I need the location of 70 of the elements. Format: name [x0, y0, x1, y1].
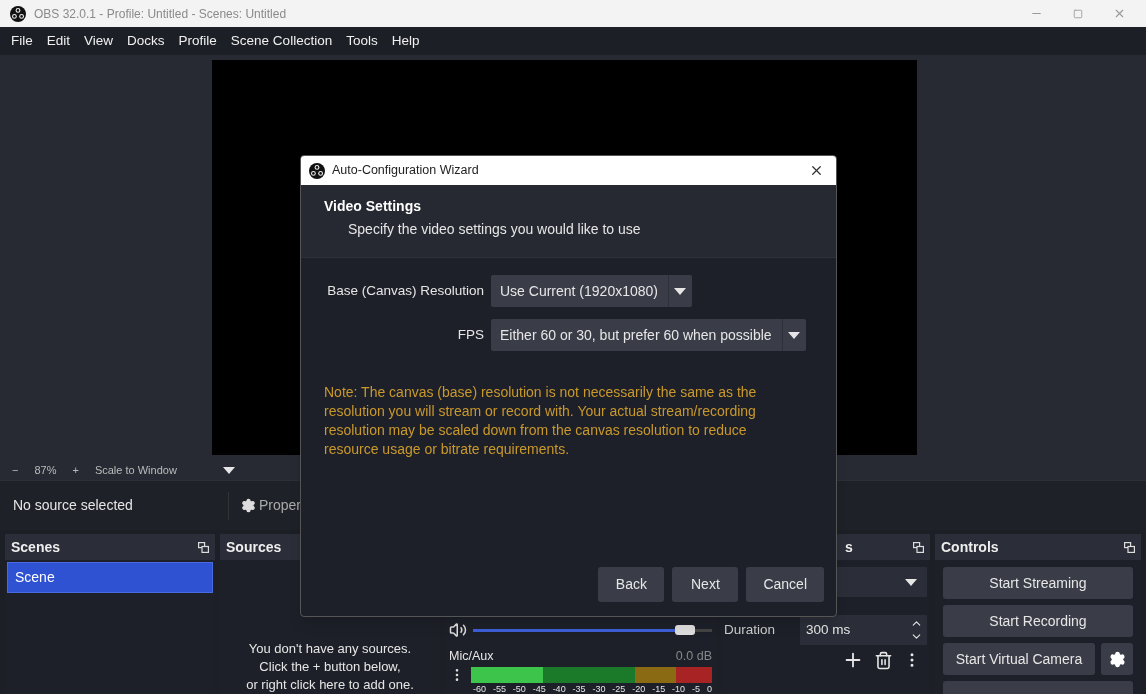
logo-icon: [10, 5, 26, 22]
scale-dropdown[interactable]: Scale to Window: [94, 461, 235, 479]
caret-icon: [674, 287, 687, 295]
empty-sources-message: You don't have any sources. Click the + button below, or right click here to add one.: [246, 640, 414, 694]
scene-item[interactable]: Scene: [7, 562, 213, 593]
dock-title: s: [845, 537, 853, 557]
zoom-out-button[interactable]: −: [12, 461, 19, 479]
field-label: FPS: [456, 326, 484, 344]
level-reading: 0.0 dB: [675, 647, 712, 665]
meter-tick-label: -40: [552, 684, 566, 694]
gear-icon: [241, 498, 256, 513]
meter-tick-label: -45: [532, 684, 546, 694]
meter-tick-label: -35: [572, 684, 586, 694]
menu-item[interactable]: Tools: [339, 30, 385, 52]
caret-icon: [222, 466, 235, 474]
float-icon[interactable]: [198, 541, 209, 553]
select-dropdown[interactable]: Use Current (1920x1080): [491, 275, 692, 307]
caret-icon: [905, 578, 917, 586]
dialog-button[interactable]: Back: [598, 567, 665, 602]
zoom-level: 87%: [34, 462, 57, 478]
zoom-in-button[interactable]: +: [72, 461, 79, 479]
volume-slider[interactable]: [473, 623, 712, 637]
settings-button[interactable]: [1101, 643, 1133, 675]
duration-field[interactable]: 300 ms: [800, 615, 927, 645]
control-button[interactable]: Start Recording: [943, 605, 1133, 637]
meter-tick-label: -30: [592, 684, 606, 694]
volume-thumb[interactable]: [675, 625, 696, 635]
menu-item[interactable]: Edit: [39, 30, 78, 52]
channel-name: Mic/Aux: [449, 647, 494, 665]
note-text: Note: The canvas (base) resolution is not necessarily the same as the resolution you will stream or record with. Your actual stream/recording resolution may be scaled down from the canvas resolution to reduce resource usage or bitrate requirements.: [324, 383, 758, 459]
select-dropdown[interactable]: Either 60 or 30, but prefer 60 when possible: [491, 319, 806, 351]
float-icon[interactable]: [1124, 541, 1135, 553]
meter-tick-label: -15: [652, 684, 666, 694]
dock-title: Scenes: [11, 537, 61, 557]
dialog-title: Auto-Configuration Wizard: [332, 162, 479, 180]
meter-tick-label: -25: [612, 684, 626, 694]
trash-icon[interactable]: [874, 650, 893, 670]
meter-tick-label: -60: [473, 684, 486, 694]
close-icon[interactable]: [809, 163, 824, 178]
menu-item[interactable]: Scene Collection: [223, 30, 340, 52]
field-label: Base (Canvas) Resolution: [326, 282, 484, 300]
dialog-button[interactable]: Cancel: [746, 567, 824, 602]
gear-icon: [1108, 650, 1126, 668]
menu-item[interactable]: Profile: [171, 30, 224, 52]
context-status: No source selected: [13, 496, 134, 515]
meter-warning-zone: [634, 667, 676, 683]
duration-label: Duration: [724, 620, 777, 639]
dock-title: Sources: [226, 537, 282, 557]
menu-item[interactable]: Docks: [120, 30, 172, 52]
volume-icon[interactable]: [449, 621, 467, 639]
dialog-subheading: Specify the video settings you would like to use: [347, 220, 642, 239]
dialog-button[interactable]: Next: [672, 567, 739, 602]
dialog-heading: Video Settings: [324, 197, 422, 216]
control-button[interactable]: Start Streaming: [943, 567, 1133, 599]
menu-item[interactable]: View: [77, 30, 121, 52]
meter-clip-zone: [675, 667, 712, 683]
caret-icon: [788, 331, 801, 339]
logo-icon: [309, 162, 325, 179]
meter-tick-label: -5: [691, 684, 700, 694]
menu-item[interactable]: Help: [384, 30, 427, 52]
window-title: OBS 32.0.1 - Profile: Untitled - Scenes: Untitled: [34, 5, 287, 23]
meter-tick-label: 0: [706, 684, 712, 694]
meter-tick-label: -10: [672, 684, 686, 694]
float-icon[interactable]: [913, 541, 924, 553]
meter-tick-label: -50: [512, 684, 526, 694]
control-button[interactable]: Start Virtual Camera: [943, 643, 1095, 675]
meter-tick-label: -20: [632, 684, 646, 694]
meter-tick-label: -55: [492, 684, 506, 694]
menu-item[interactable]: File: [4, 30, 40, 52]
dock-title: Controls: [941, 537, 999, 557]
